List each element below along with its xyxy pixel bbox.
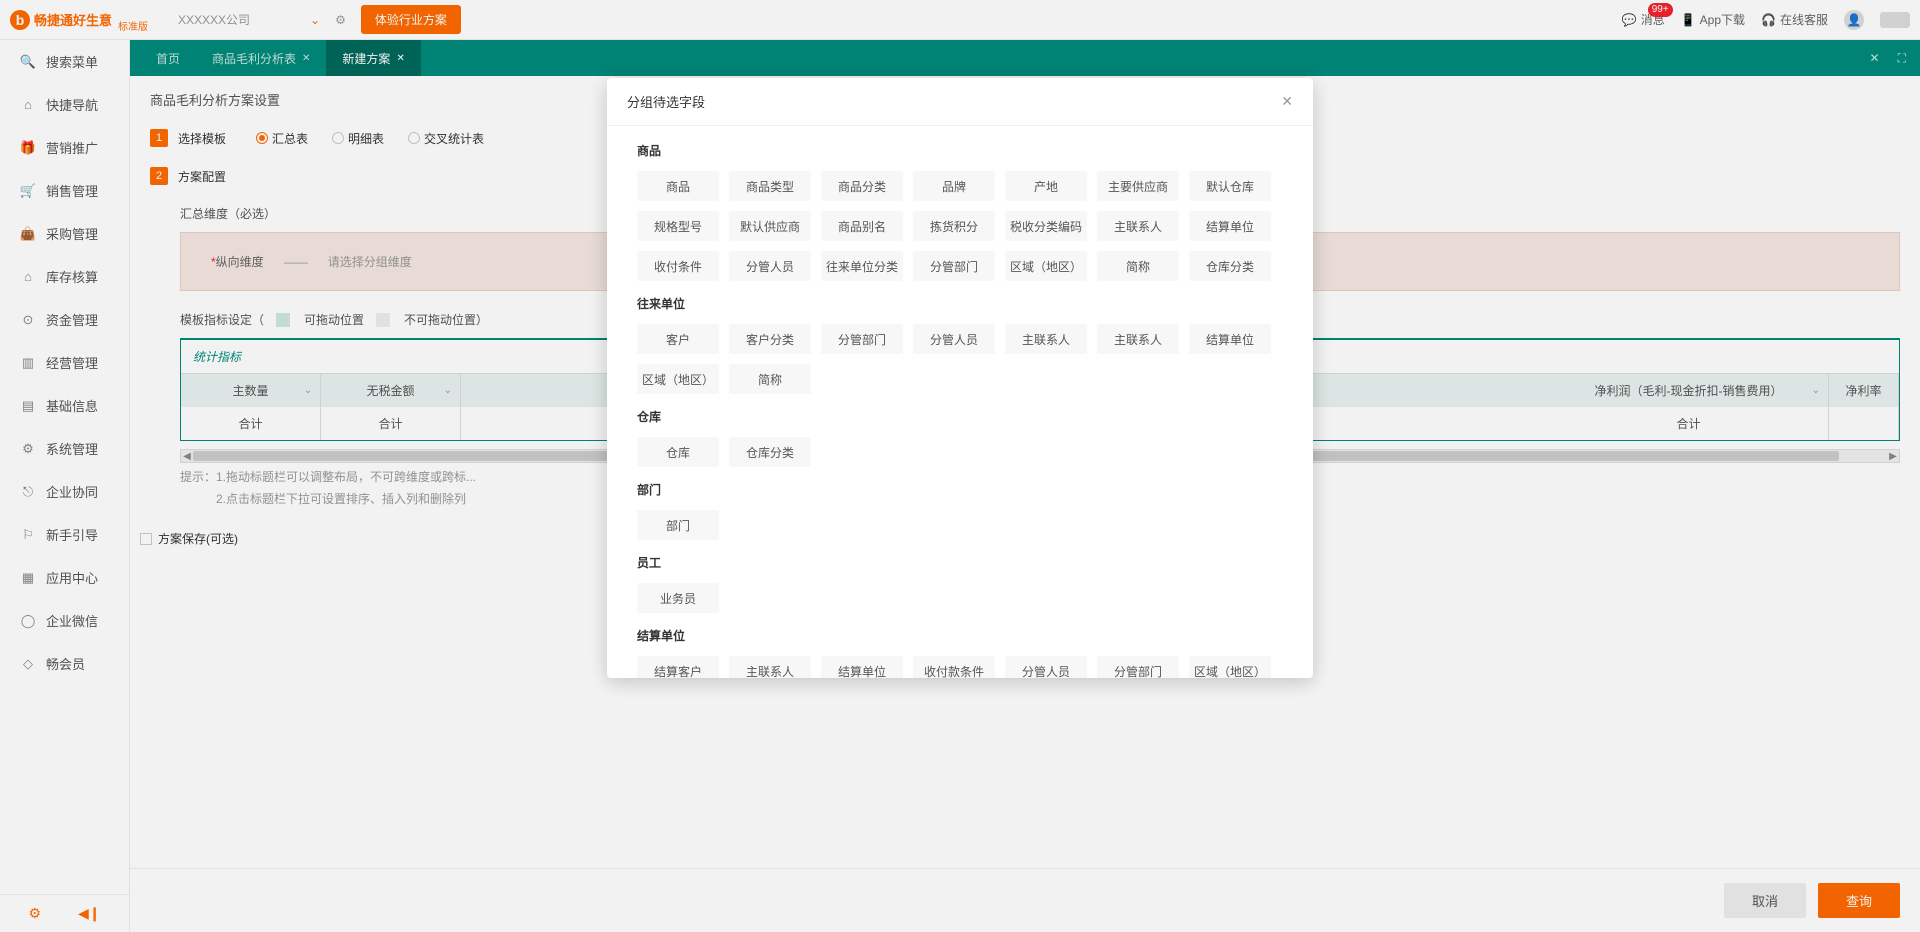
field-chip[interactable]: 区域（地区） bbox=[1005, 251, 1087, 281]
field-chip[interactable]: 主联系人 bbox=[1097, 324, 1179, 354]
field-group-title: 商品 bbox=[637, 142, 1289, 159]
modal-title: 分组待选字段 bbox=[627, 92, 705, 111]
field-chip[interactable]: 部门 bbox=[637, 510, 719, 540]
field-chip[interactable]: 拣货积分 bbox=[913, 211, 995, 241]
field-chip[interactable]: 税收分类编码 bbox=[1005, 211, 1087, 241]
field-chip[interactable]: 简称 bbox=[1097, 251, 1179, 281]
modal-body: 商品商品商品类型商品分类品牌产地主要供应商默认仓库规格型号默认供应商商品别名拣货… bbox=[607, 126, 1313, 678]
field-chip[interactable]: 简称 bbox=[729, 364, 811, 394]
field-chip[interactable]: 分管部门 bbox=[913, 251, 995, 281]
field-chips: 仓库仓库分类 bbox=[637, 437, 1289, 467]
field-chip[interactable]: 业务员 bbox=[637, 583, 719, 613]
field-chip[interactable]: 主要供应商 bbox=[1097, 171, 1179, 201]
field-chip[interactable]: 分管人员 bbox=[1005, 656, 1087, 678]
field-chip[interactable]: 结算单位 bbox=[1189, 324, 1271, 354]
field-chip[interactable]: 分管部门 bbox=[821, 324, 903, 354]
field-chip[interactable]: 商品分类 bbox=[821, 171, 903, 201]
field-chip[interactable]: 结算单位 bbox=[1189, 211, 1271, 241]
field-chip[interactable]: 规格型号 bbox=[637, 211, 719, 241]
field-group-5: 结算单位结算客户主联系人结算单位收付款条件分管人员分管部门区域（地区）简称 bbox=[637, 627, 1289, 678]
field-select-modal: 分组待选字段 ✕ 商品商品商品类型商品分类品牌产地主要供应商默认仓库规格型号默认… bbox=[607, 78, 1313, 678]
field-group-title: 结算单位 bbox=[637, 627, 1289, 644]
field-chip[interactable]: 商品别名 bbox=[821, 211, 903, 241]
field-chips: 客户客户分类分管部门分管人员主联系人主联系人结算单位区域（地区）简称 bbox=[637, 324, 1289, 394]
field-chip[interactable]: 仓库分类 bbox=[729, 437, 811, 467]
field-chip[interactable]: 结算单位 bbox=[821, 656, 903, 678]
field-chip[interactable]: 仓库分类 bbox=[1189, 251, 1271, 281]
field-chip[interactable]: 客户 bbox=[637, 324, 719, 354]
modal-close-icon[interactable]: ✕ bbox=[1281, 93, 1293, 110]
field-chip[interactable]: 仓库 bbox=[637, 437, 719, 467]
field-chip[interactable]: 往来单位分类 bbox=[821, 251, 903, 281]
field-chips: 部门 bbox=[637, 510, 1289, 540]
field-chip[interactable]: 分管人员 bbox=[729, 251, 811, 281]
field-chips: 业务员 bbox=[637, 583, 1289, 613]
field-chip[interactable]: 分管人员 bbox=[913, 324, 995, 354]
field-group-title: 往来单位 bbox=[637, 295, 1289, 312]
field-chip[interactable]: 默认仓库 bbox=[1189, 171, 1271, 201]
field-chip[interactable]: 收付款条件 bbox=[913, 656, 995, 678]
field-chip[interactable]: 主联系人 bbox=[1005, 324, 1087, 354]
modal-mask: 分组待选字段 ✕ 商品商品商品类型商品分类品牌产地主要供应商默认仓库规格型号默认… bbox=[0, 0, 1920, 932]
field-chips: 结算客户主联系人结算单位收付款条件分管人员分管部门区域（地区）简称 bbox=[637, 656, 1289, 678]
field-group-3: 部门部门 bbox=[637, 481, 1289, 540]
field-chip[interactable]: 主联系人 bbox=[1097, 211, 1179, 241]
field-group-2: 仓库仓库仓库分类 bbox=[637, 408, 1289, 467]
field-group-title: 部门 bbox=[637, 481, 1289, 498]
field-group-4: 员工业务员 bbox=[637, 554, 1289, 613]
field-chip[interactable]: 结算客户 bbox=[637, 656, 719, 678]
field-group-1: 往来单位客户客户分类分管部门分管人员主联系人主联系人结算单位区域（地区）简称 bbox=[637, 295, 1289, 394]
field-chip[interactable]: 商品类型 bbox=[729, 171, 811, 201]
field-chip[interactable]: 产地 bbox=[1005, 171, 1087, 201]
modal-header: 分组待选字段 ✕ bbox=[607, 78, 1313, 126]
field-chip[interactable]: 默认供应商 bbox=[729, 211, 811, 241]
field-chip[interactable]: 分管部门 bbox=[1097, 656, 1179, 678]
field-chip[interactable]: 主联系人 bbox=[729, 656, 811, 678]
field-group-0: 商品商品商品类型商品分类品牌产地主要供应商默认仓库规格型号默认供应商商品别名拣货… bbox=[637, 142, 1289, 281]
field-chip[interactable]: 区域（地区） bbox=[1189, 656, 1271, 678]
field-group-title: 仓库 bbox=[637, 408, 1289, 425]
field-chip[interactable]: 收付条件 bbox=[637, 251, 719, 281]
field-group-title: 员工 bbox=[637, 554, 1289, 571]
field-chip[interactable]: 客户分类 bbox=[729, 324, 811, 354]
field-chip[interactable]: 品牌 bbox=[913, 171, 995, 201]
field-chips: 商品商品类型商品分类品牌产地主要供应商默认仓库规格型号默认供应商商品别名拣货积分… bbox=[637, 171, 1289, 281]
field-chip[interactable]: 区域（地区） bbox=[637, 364, 719, 394]
field-chip[interactable]: 商品 bbox=[637, 171, 719, 201]
